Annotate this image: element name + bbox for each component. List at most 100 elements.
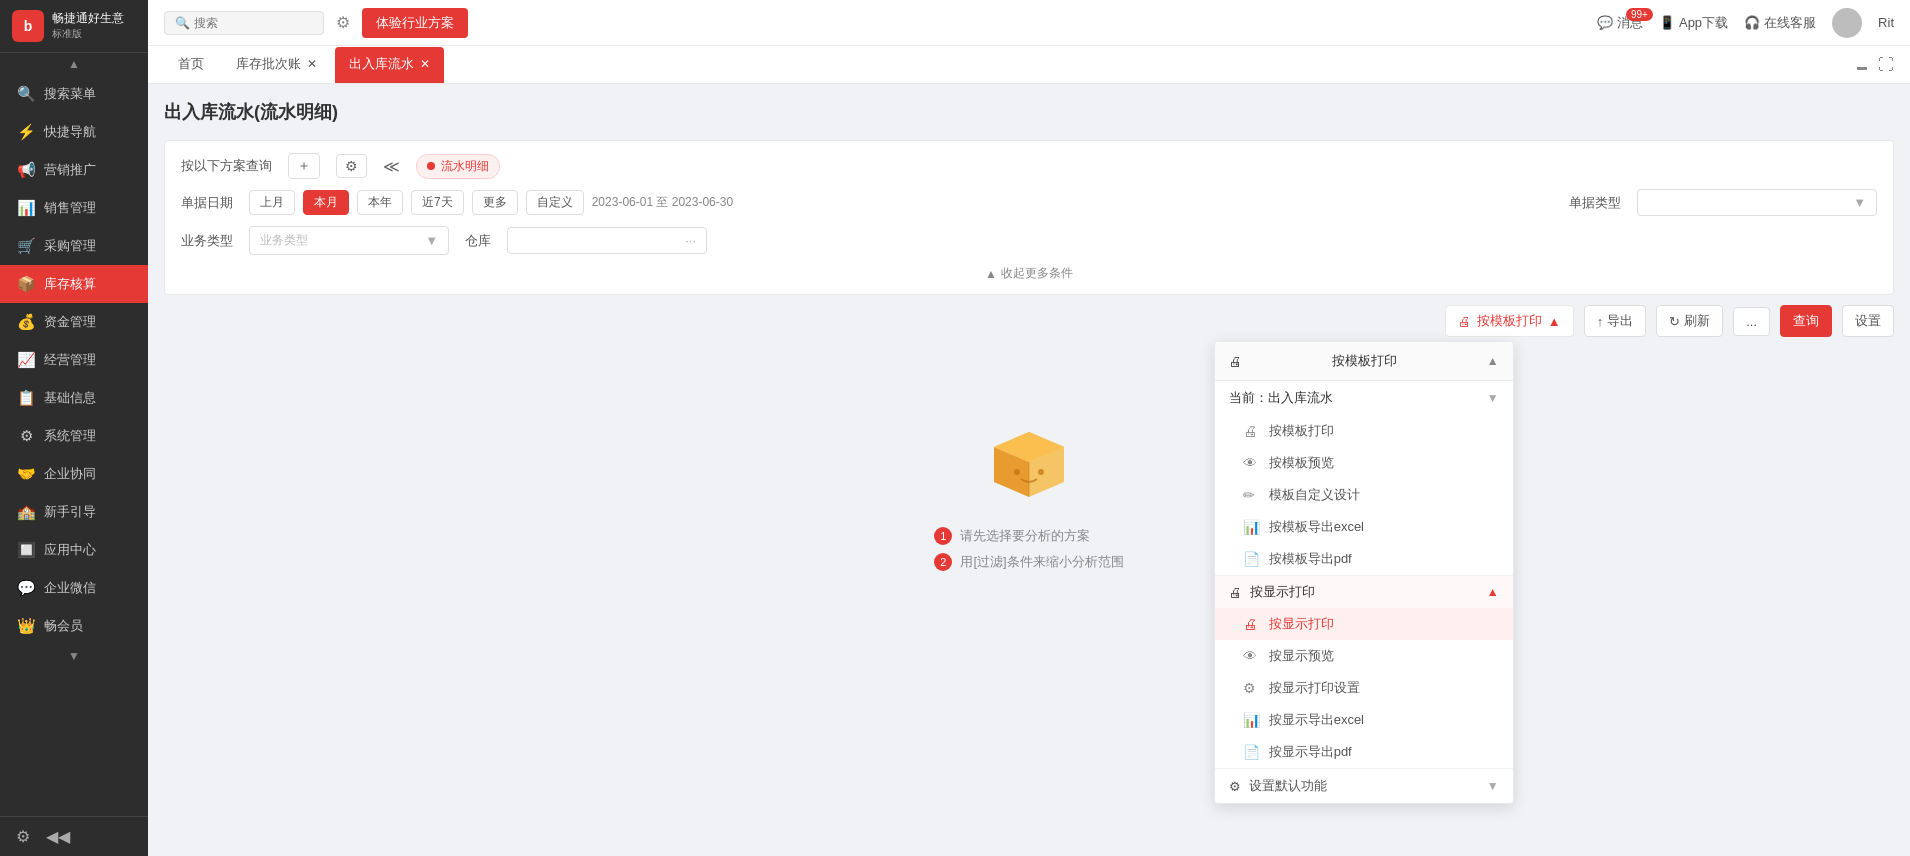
template-print-item[interactable]: 🖨 按模板打印 <box>1215 415 1513 447</box>
filter-tag-flow[interactable]: 流水明细 <box>416 154 500 179</box>
chart-icon: 📊 <box>16 199 36 217</box>
current-template-selector[interactable]: 当前：出入库流水 ▼ <box>1215 381 1513 415</box>
dropdown-header: 🖨 按模板打印 ▲ <box>1215 342 1513 381</box>
template-print-arrow-icon: ▲ <box>1548 314 1561 329</box>
sidebar-item-apps[interactable]: 🔲 应用中心 <box>0 531 148 569</box>
date-btn-custom[interactable]: 自定义 <box>526 190 584 215</box>
filter-area: 按以下方案查询 ＋ ⚙ ≪ 流水明细 单据日期 上月 本月 本年 近7天 更多 <box>164 140 1894 295</box>
sidebar-item-label: 营销推广 <box>44 161 96 179</box>
filter-add-button[interactable]: ＋ <box>288 153 320 179</box>
refresh-icon: ↻ <box>1669 314 1680 329</box>
dropdown-header-icon: 🖨 <box>1229 354 1242 369</box>
date-btn-7days[interactable]: 近7天 <box>411 190 464 215</box>
topbar-settings-icon[interactable]: ⚙ <box>336 13 350 32</box>
tab-bar: 首页 库存批次账 ✕ 出入库流水 ✕ 🗕 ⛶ <box>148 46 1910 84</box>
sidebar-item-inventory[interactable]: 📦 库存核算 <box>0 265 148 303</box>
megaphone-icon: 📢 <box>16 161 36 179</box>
sidebar-item-marketing[interactable]: 📢 营销推广 <box>0 151 148 189</box>
app-download-button[interactable]: 📱 App下载 <box>1659 14 1728 32</box>
search-input[interactable] <box>194 16 294 30</box>
sidebar-scroll-down[interactable]: ▼ <box>0 645 148 667</box>
warehouse-select[interactable]: ··· <box>507 227 707 254</box>
tab-home[interactable]: 首页 <box>164 47 218 83</box>
display-preview-item[interactable]: 👁 按显示预览 <box>1215 640 1513 672</box>
voucher-type-select[interactable]: ▼ <box>1637 189 1877 216</box>
sidebar-item-member[interactable]: 👑 畅会员 <box>0 607 148 645</box>
sidebar-item-purchase[interactable]: 🛒 采购管理 <box>0 227 148 265</box>
tab-flow-label: 出入库流水 <box>349 55 414 73</box>
display-export-excel-item[interactable]: 📊 按显示导出excel <box>1215 704 1513 736</box>
design-icon: ✏ <box>1243 487 1261 503</box>
step-1-num: 1 <box>934 527 952 545</box>
sidebar-item-wechat[interactable]: 💬 企业微信 <box>0 569 148 607</box>
template-preview-label: 按模板预览 <box>1269 454 1334 472</box>
sidebar-item-operation[interactable]: 📈 经营管理 <box>0 341 148 379</box>
date-btn-this-year[interactable]: 本年 <box>357 190 403 215</box>
business-type-select[interactable]: 业务类型 ▼ <box>249 226 449 255</box>
sidebar-item-label: 企业协同 <box>44 465 96 483</box>
message-button[interactable]: 💬 消息 99+ <box>1597 14 1643 32</box>
display-export-pdf-item[interactable]: 📄 按显示导出pdf <box>1215 736 1513 768</box>
tab-batch-label: 库存批次账 <box>236 55 301 73</box>
print-dropdown-panel: 🖨 按模板打印 ▲ 当前：出入库流水 ▼ 🖨 按模板打印 <box>1214 341 1514 804</box>
dropdown-header-arrow-icon[interactable]: ▲ <box>1487 354 1499 368</box>
export-button[interactable]: ↑ 导出 <box>1584 305 1647 337</box>
warehouse-label: 仓库 <box>465 232 491 250</box>
main-container: 🔍 ⚙ 体验行业方案 💬 消息 99+ 📱 App下载 🎧 在线客服 Rit <box>148 0 1910 856</box>
sidebar-item-sales[interactable]: 📊 销售管理 <box>0 189 148 227</box>
sidebar-item-quick[interactable]: ⚡ 快捷导航 <box>0 113 148 151</box>
date-btn-more[interactable]: 更多 <box>472 190 518 215</box>
template-preview-item[interactable]: 👁 按模板预览 <box>1215 447 1513 479</box>
mobile-icon: 📱 <box>1659 15 1675 30</box>
online-service-button[interactable]: 🎧 在线客服 <box>1744 14 1816 32</box>
warehouse-more-icon[interactable]: ··· <box>685 233 696 248</box>
app-version: 标准版 <box>52 27 124 41</box>
tab-batch-close[interactable]: ✕ <box>307 57 317 71</box>
display-print-group-header[interactable]: 🖨 按显示打印 ▲ <box>1215 576 1513 608</box>
tab-minimize-icon[interactable]: 🗕 <box>1854 56 1870 74</box>
tab-flow-close[interactable]: ✕ <box>420 57 430 71</box>
display-print-item[interactable]: 🖨 按显示打印 <box>1215 608 1513 640</box>
sidebar-item-system[interactable]: ⚙ 系统管理 <box>0 417 148 455</box>
template-print-button[interactable]: 🖨 按模板打印 ▲ <box>1445 305 1574 337</box>
step-2-num: 2 <box>934 553 952 571</box>
tab-maximize-icon[interactable]: ⛶ <box>1878 56 1894 74</box>
search-box[interactable]: 🔍 <box>164 11 324 35</box>
display-print-settings-label: 按显示打印设置 <box>1269 679 1360 697</box>
refresh-button[interactable]: ↻ 刷新 <box>1656 305 1723 337</box>
collapse-sidebar-icon[interactable]: ◀◀ <box>46 827 70 846</box>
dropdown-footer[interactable]: ⚙ 设置默认功能 ▼ <box>1215 769 1513 803</box>
display-preview-icon: 👁 <box>1243 648 1261 664</box>
tab-flow[interactable]: 出入库流水 ✕ <box>335 47 444 83</box>
sidebar-item-guide[interactable]: 🏫 新手引导 <box>0 493 148 531</box>
business-type-placeholder: 业务类型 <box>260 232 308 249</box>
date-btn-prev-month[interactable]: 上月 <box>249 190 295 215</box>
sidebar-item-collab[interactable]: 🤝 企业协同 <box>0 455 148 493</box>
template-custom-item[interactable]: ✏ 模板自定义设计 <box>1215 479 1513 511</box>
sidebar-scroll-up[interactable]: ▲ <box>0 53 148 75</box>
template-print-label: 按模板打印 <box>1477 312 1542 330</box>
filter-collapse-button[interactable]: ≪ <box>383 157 400 176</box>
sidebar-item-label: 企业微信 <box>44 579 96 597</box>
crown-icon: 👑 <box>16 617 36 635</box>
template-section: 当前：出入库流水 ▼ 🖨 按模板打印 👁 按模板预览 ✏ <box>1215 381 1513 576</box>
date-btn-this-month[interactable]: 本月 <box>303 190 349 215</box>
date-filter-options: 上月 本月 本年 近7天 更多 自定义 2023-06-01 至 2023-06… <box>249 190 733 215</box>
query-button[interactable]: 查询 <box>1780 305 1832 337</box>
template-export-pdf-item[interactable]: 📄 按模板导出pdf <box>1215 543 1513 575</box>
user-avatar[interactable] <box>1832 8 1862 38</box>
sidebar-item-search[interactable]: 🔍 搜索菜单 <box>0 75 148 113</box>
display-print-settings-item[interactable]: ⚙ 按显示打印设置 <box>1215 672 1513 704</box>
template-export-excel-item[interactable]: 📊 按模板导出excel <box>1215 511 1513 543</box>
settings-icon[interactable]: ⚙ <box>16 827 30 846</box>
more-button[interactable]: ... <box>1733 307 1770 336</box>
message-icon: 💬 <box>1597 15 1613 30</box>
sidebar-item-finance[interactable]: 💰 资金管理 <box>0 303 148 341</box>
settings-button[interactable]: 设置 <box>1842 305 1894 337</box>
filter-setting-button[interactable]: ⚙ <box>336 154 367 178</box>
industry-solution-button[interactable]: 体验行业方案 <box>362 8 468 38</box>
collapse-more-button[interactable]: ▲ 收起更多条件 <box>985 265 1073 282</box>
tab-batch[interactable]: 库存批次账 ✕ <box>222 47 331 83</box>
sidebar-item-basic[interactable]: 📋 基础信息 <box>0 379 148 417</box>
sidebar-item-label: 库存核算 <box>44 275 96 293</box>
